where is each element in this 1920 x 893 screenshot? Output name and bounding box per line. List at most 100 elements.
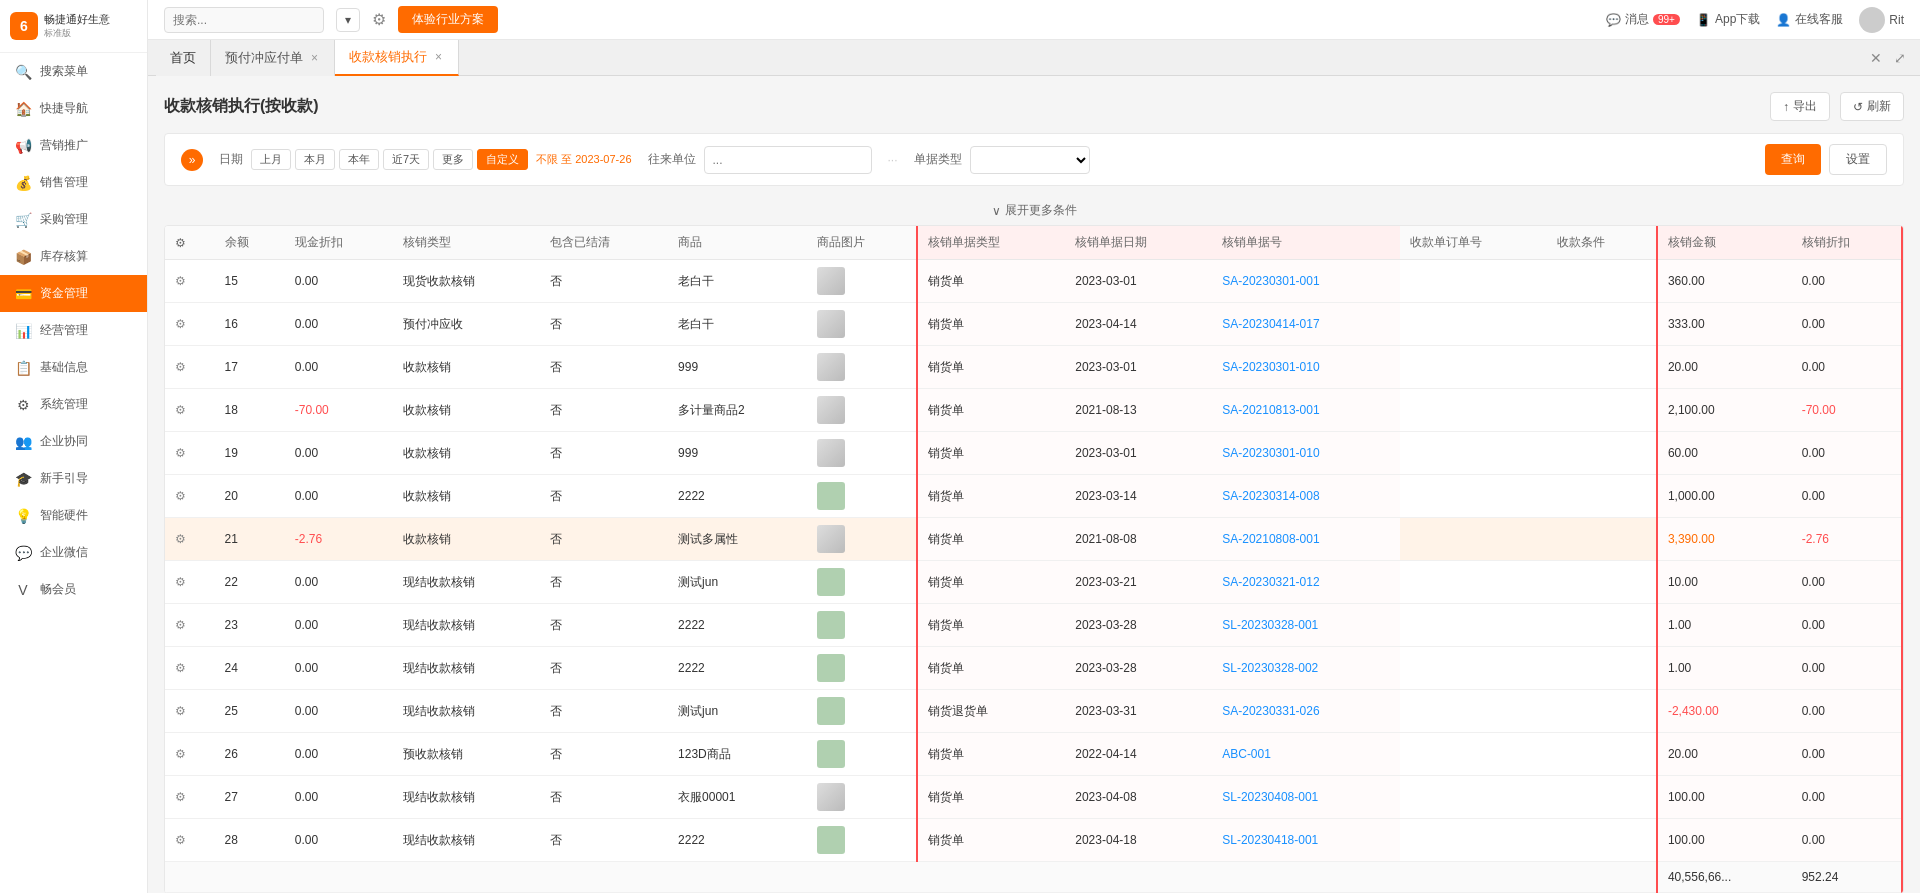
row-settings-icon[interactable]: ⚙ <box>175 790 186 804</box>
app-download-button[interactable]: 📱 App下载 <box>1696 11 1760 28</box>
sidebar-item-营销推广[interactable]: 📢营销推广 <box>0 127 147 164</box>
col-header-verify_amount: 核销金额 <box>1657 226 1792 260</box>
row-settings-icon[interactable]: ⚙ <box>175 747 186 761</box>
content-area: 收款核销执行(按收款) ↑ 导出 ↺ 刷新 » 日期 上月 本月 本 <box>148 76 1920 893</box>
topbar-settings-icon[interactable]: ⚙ <box>372 10 386 29</box>
sidebar-item-销售管理[interactable]: 💰销售管理 <box>0 164 147 201</box>
topbar-search-input[interactable] <box>164 7 324 33</box>
sidebar-item-畅会员[interactable]: V畅会员 <box>0 571 147 608</box>
row-settings-icon[interactable]: ⚙ <box>175 317 186 331</box>
row-settings-icon[interactable]: ⚙ <box>175 704 186 718</box>
product-image-7 <box>817 568 845 596</box>
expand-tab-button[interactable]: ⤢ <box>1888 50 1912 66</box>
tab-close-2[interactable]: × <box>433 50 444 64</box>
verify-no-link-7[interactable]: SA-20230321-012 <box>1222 575 1319 589</box>
cell-verify_no-1[interactable]: SA-20230414-017 <box>1212 303 1400 346</box>
table-row: ⚙220.00现结收款核销否测试jun销货单2023-03-21SA-20230… <box>165 561 1902 604</box>
cell-num-5: 20 <box>215 475 285 518</box>
verify-no-link-12[interactable]: SL-20230408-001 <box>1222 790 1318 804</box>
this-month-btn[interactable]: 本月 <box>295 149 335 170</box>
tab-首页[interactable]: 首页 <box>156 40 211 76</box>
col-header-settings[interactable]: ⚙ <box>165 226 215 260</box>
verify-no-link-8[interactable]: SL-20230328-001 <box>1222 618 1318 632</box>
verify-no-link-4[interactable]: SA-20230301-010 <box>1222 446 1319 460</box>
verify-no-link-6[interactable]: SA-20210808-001 <box>1222 532 1319 546</box>
sidebar-item-企业协同[interactable]: 👥企业协同 <box>0 423 147 460</box>
more-date-btn[interactable]: 更多 <box>433 149 473 170</box>
sidebar-item-搜索菜单[interactable]: 🔍搜索菜单 <box>0 53 147 90</box>
cell-verify_no-7[interactable]: SA-20230321-012 <box>1212 561 1400 604</box>
verify-no-link-13[interactable]: SL-20230418-001 <box>1222 833 1318 847</box>
sidebar-item-采购管理[interactable]: 🛒采购管理 <box>0 201 147 238</box>
row-settings-icon[interactable]: ⚙ <box>175 274 186 288</box>
cell-verify_no-10[interactable]: SA-20230331-026 <box>1212 690 1400 733</box>
verify-no-link-1[interactable]: SA-20230414-017 <box>1222 317 1319 331</box>
query-button[interactable]: 查询 <box>1765 144 1821 175</box>
last-month-btn[interactable]: 上月 <box>251 149 291 170</box>
row-settings-icon[interactable]: ⚙ <box>175 360 186 374</box>
verify-no-link-10[interactable]: SA-20230331-026 <box>1222 704 1319 718</box>
cell-verify_no-13[interactable]: SL-20230418-001 <box>1212 819 1400 862</box>
partner-input[interactable] <box>704 146 872 174</box>
product-image-3 <box>817 396 845 424</box>
cell-include_settled-0: 否 <box>540 260 668 303</box>
tab-close-1[interactable]: × <box>309 51 320 65</box>
verify-no-link-9[interactable]: SL-20230328-002 <box>1222 661 1318 675</box>
custom-date-btn[interactable]: 自定义 <box>477 149 528 170</box>
cell-verify_no-3[interactable]: SA-20210813-001 <box>1212 389 1400 432</box>
cell-receipt_condition-9 <box>1547 647 1657 690</box>
cell-verify_no-6[interactable]: SA-20210808-001 <box>1212 518 1400 561</box>
user-menu[interactable]: Rit <box>1859 7 1904 33</box>
sidebar-icon-12: 💡 <box>14 508 32 524</box>
cell-verify_no-0[interactable]: SA-20230301-001 <box>1212 260 1400 303</box>
verify-no-link-2[interactable]: SA-20230301-010 <box>1222 360 1319 374</box>
row-settings-icon[interactable]: ⚙ <box>175 575 186 589</box>
online-service-button[interactable]: 👤 在线客服 <box>1776 11 1843 28</box>
tab-预付冲应付单[interactable]: 预付冲应付单× <box>211 40 335 76</box>
row-settings-icon[interactable]: ⚙ <box>175 833 186 847</box>
col-header-receipt_order_no: 收款单订单号 <box>1400 226 1547 260</box>
row-settings-icon[interactable]: ⚙ <box>175 618 186 632</box>
row-settings-icon[interactable]: ⚙ <box>175 446 186 460</box>
sidebar-item-企业微信[interactable]: 💬企业微信 <box>0 534 147 571</box>
messages-button[interactable]: 💬 消息 99+ <box>1606 11 1680 28</box>
cell-verify_no-12[interactable]: SL-20230408-001 <box>1212 776 1400 819</box>
sidebar-item-系统管理[interactable]: ⚙系统管理 <box>0 386 147 423</box>
sidebar-item-经营管理[interactable]: 📊经营管理 <box>0 312 147 349</box>
row-settings-icon[interactable]: ⚙ <box>175 489 186 503</box>
sidebar-item-智能硬件[interactable]: 💡智能硬件 <box>0 497 147 534</box>
filter-collapse-button[interactable]: » <box>181 149 203 171</box>
cell-verify_amount-2: 20.00 <box>1657 346 1792 389</box>
refresh-button[interactable]: ↺ 刷新 <box>1840 92 1904 121</box>
export-button[interactable]: ↑ 导出 <box>1770 92 1830 121</box>
topbar-dropdown-btn[interactable]: ▾ <box>336 8 360 32</box>
row-settings-icon[interactable]: ⚙ <box>175 532 186 546</box>
cell-verify_no-11[interactable]: ABC-001 <box>1212 733 1400 776</box>
row-settings-icon[interactable]: ⚙ <box>175 403 186 417</box>
verify-no-link-3[interactable]: SA-20210813-001 <box>1222 403 1319 417</box>
industry-solution-button[interactable]: 体验行业方案 <box>398 6 498 33</box>
verify-no-link-11[interactable]: ABC-001 <box>1222 747 1271 761</box>
verify-no-link-0[interactable]: SA-20230301-001 <box>1222 274 1319 288</box>
filter-settings-button[interactable]: 设置 <box>1829 144 1887 175</box>
cell-verify_no-2[interactable]: SA-20230301-010 <box>1212 346 1400 389</box>
cell-verify_amount-6: 3,390.00 <box>1657 518 1792 561</box>
verify-no-link-5[interactable]: SA-20230314-008 <box>1222 489 1319 503</box>
tab-收款核销执行[interactable]: 收款核销执行× <box>335 40 459 76</box>
expand-more-bar[interactable]: ∨ 展开更多条件 <box>164 196 1904 225</box>
sidebar-item-资金管理[interactable]: 💳资金管理 <box>0 275 147 312</box>
sidebar-item-快捷导航[interactable]: 🏠快捷导航 <box>0 90 147 127</box>
sidebar-item-新手引导[interactable]: 🎓新手引导 <box>0 460 147 497</box>
cell-verify_no-4[interactable]: SA-20230301-010 <box>1212 432 1400 475</box>
cell-verify_no-5[interactable]: SA-20230314-008 <box>1212 475 1400 518</box>
table-row: ⚙160.00预付冲应收否老白干销货单2023-04-14SA-20230414… <box>165 303 1902 346</box>
this-year-btn[interactable]: 本年 <box>339 149 379 170</box>
bill-type-select[interactable] <box>970 146 1090 174</box>
cell-verify_no-9[interactable]: SL-20230328-002 <box>1212 647 1400 690</box>
row-settings-icon[interactable]: ⚙ <box>175 661 186 675</box>
last-7-days-btn[interactable]: 近7天 <box>383 149 429 170</box>
close-tab-button[interactable]: ✕ <box>1864 50 1888 66</box>
cell-verify_no-8[interactable]: SL-20230328-001 <box>1212 604 1400 647</box>
sidebar-item-基础信息[interactable]: 📋基础信息 <box>0 349 147 386</box>
sidebar-item-库存核算[interactable]: 📦库存核算 <box>0 238 147 275</box>
